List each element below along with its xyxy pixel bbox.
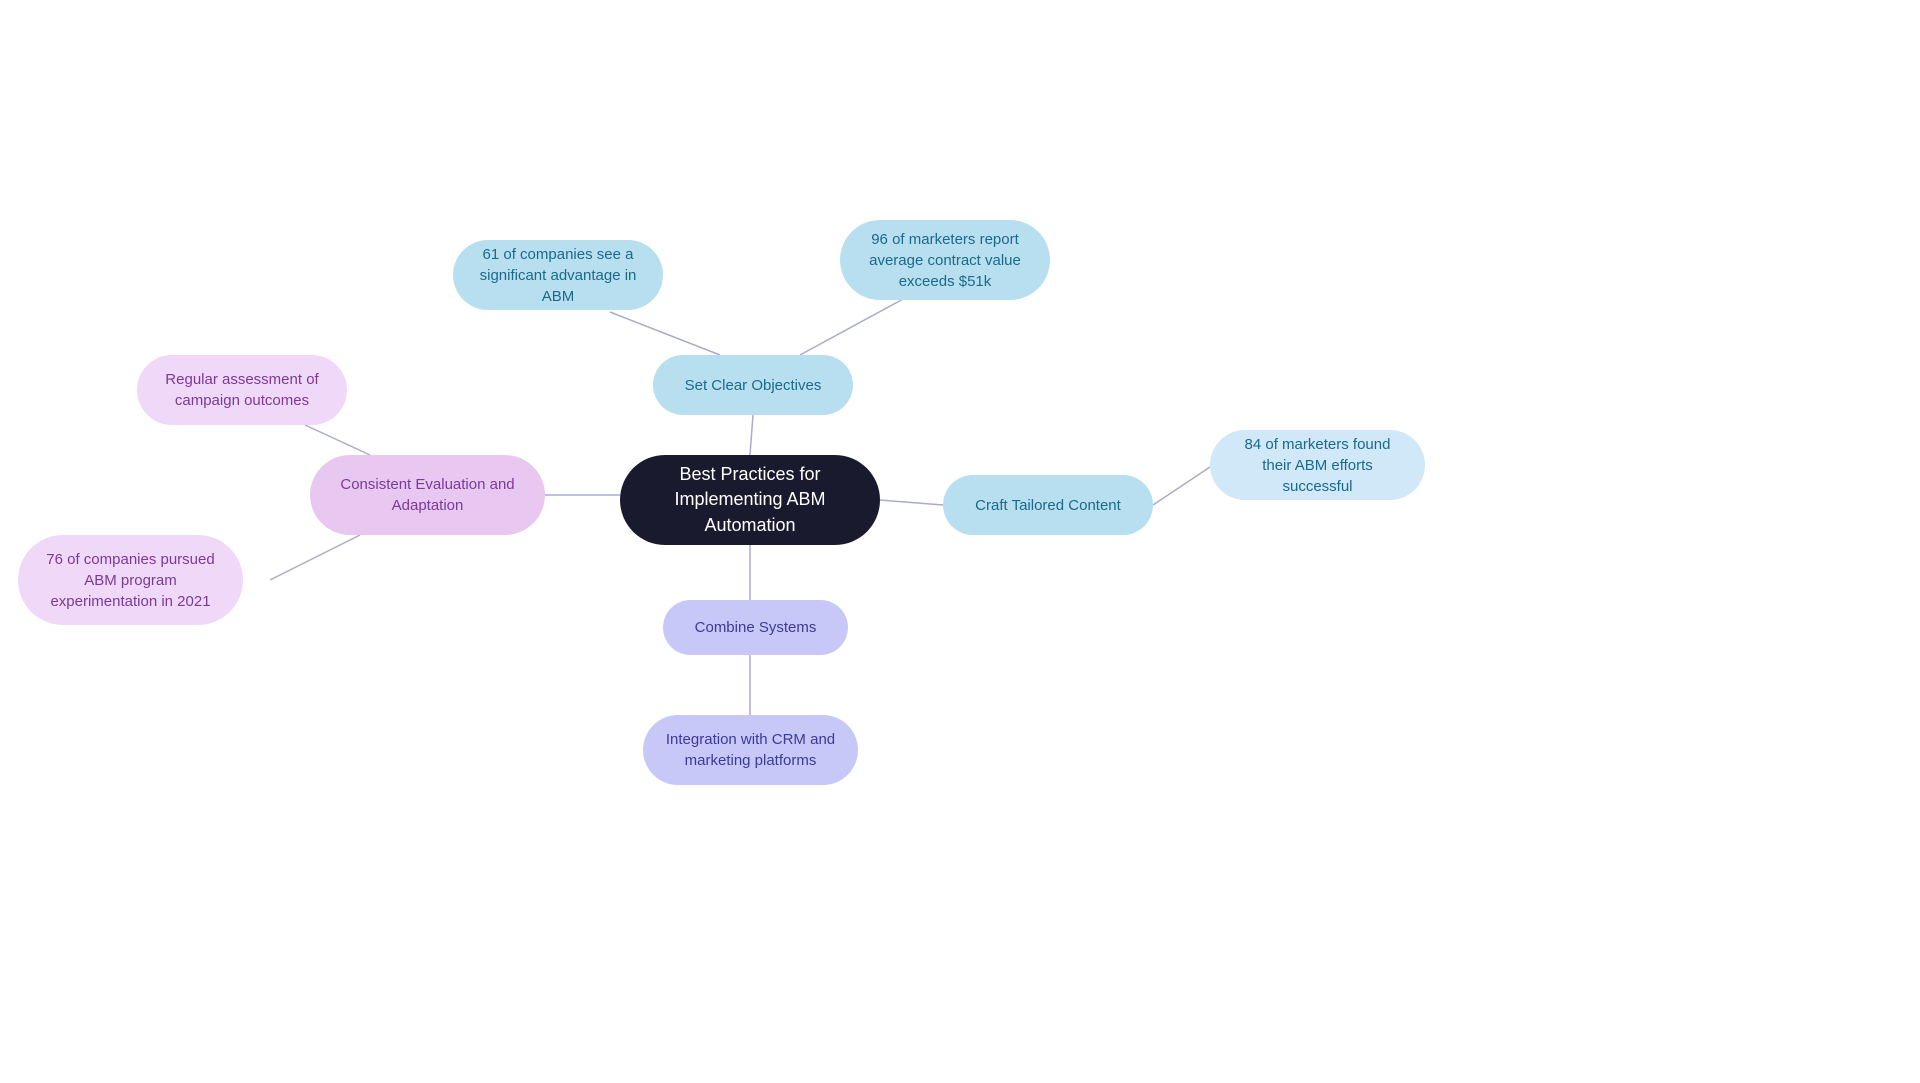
n84-node: 84 of marketers found their ABM efforts … [1210, 430, 1425, 500]
craft-content-label: Craft Tailored Content [975, 495, 1121, 516]
n76-label: 76 of companies pursued ABM program expe… [40, 549, 221, 612]
center-label: Best Practices for Implementing ABM Auto… [642, 462, 858, 538]
n96-label: 96 of marketers report average contract … [862, 229, 1028, 292]
regular-assessment-node: Regular assessment of campaign outcomes [137, 355, 347, 425]
set-objectives-label: Set Clear Objectives [685, 375, 822, 396]
n76-node: 76 of companies pursued ABM program expe… [18, 535, 243, 625]
craft-content-node: Craft Tailored Content [943, 475, 1153, 535]
n96-node: 96 of marketers report average contract … [840, 220, 1050, 300]
integration-label: Integration with CRM and marketing platf… [665, 729, 836, 771]
consistent-eval-label: Consistent Evaluation and Adaptation [332, 474, 523, 516]
n61-node: 61 of companies see a significant advant… [453, 240, 663, 310]
combine-systems-label: Combine Systems [695, 617, 817, 638]
consistent-eval-node: Consistent Evaluation and Adaptation [310, 455, 545, 535]
set-objectives-node: Set Clear Objectives [653, 355, 853, 415]
regular-assessment-label: Regular assessment of campaign outcomes [159, 369, 325, 411]
combine-systems-node: Combine Systems [663, 600, 848, 655]
n61-label: 61 of companies see a significant advant… [475, 244, 641, 307]
n84-label: 84 of marketers found their ABM efforts … [1232, 434, 1403, 497]
center-node: Best Practices for Implementing ABM Auto… [620, 455, 880, 545]
integration-node: Integration with CRM and marketing platf… [643, 715, 858, 785]
